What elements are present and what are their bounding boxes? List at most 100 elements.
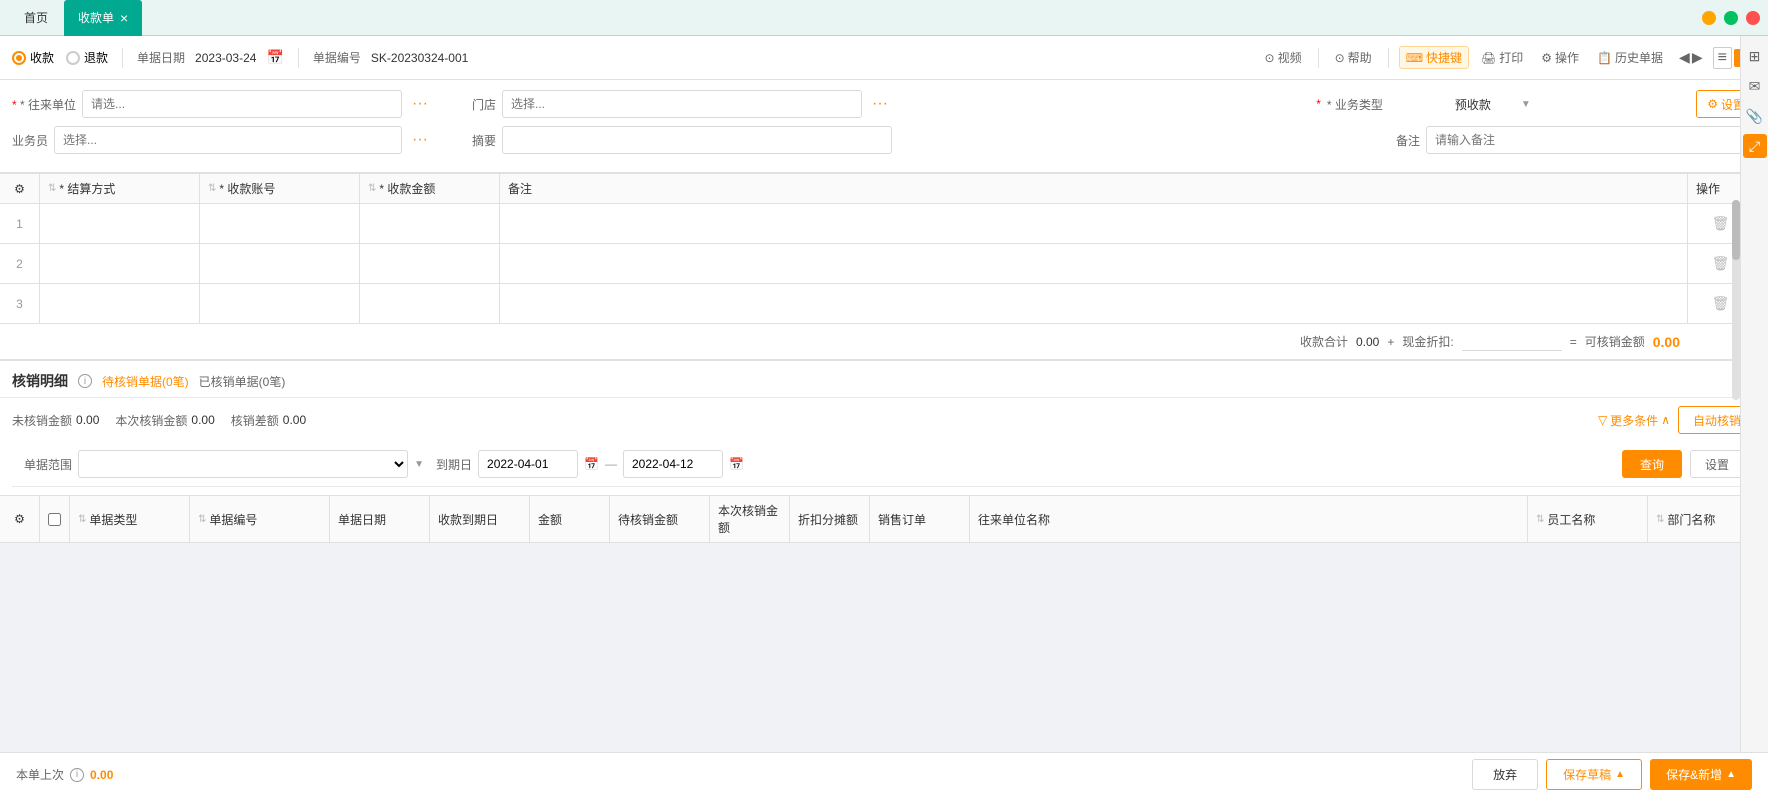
radio-receipt[interactable]: 收款 (12, 49, 54, 66)
history-btn[interactable]: 📋 历史单据 (1591, 47, 1669, 68)
settlement-cell-3[interactable] (40, 284, 200, 323)
nav-next-icon[interactable]: ▶ (1692, 49, 1703, 66)
auto-verify-label: 自动核销 (1693, 414, 1741, 428)
footer-left: 本单上次 i 0.00 (16, 766, 113, 783)
sidebar-expand-icon[interactable]: ⤢ (1743, 134, 1767, 158)
summary-input[interactable] (502, 126, 892, 154)
help-btn[interactable]: ⊙ 帮助 (1329, 47, 1378, 68)
sidebar-email-icon[interactable]: ✉ (1743, 74, 1767, 98)
tab-close-icon[interactable]: × (120, 10, 128, 26)
gear-icon: ⚙ (1707, 97, 1718, 111)
row-num-1: 1 (0, 204, 40, 243)
account-cell-1[interactable] (200, 204, 360, 243)
draft-label: 保存草稿 (1563, 766, 1611, 783)
query-btn[interactable]: 查询 (1622, 450, 1682, 478)
amount-cell-1[interactable] (360, 204, 500, 243)
radio-receipt-circle (12, 51, 26, 65)
radio-refund[interactable]: 退款 (66, 49, 108, 66)
business-type-dropdown-icon[interactable]: ▼ (1521, 99, 1531, 110)
draft-button[interactable]: 保存草稿 ▲ (1546, 759, 1642, 790)
abandon-button[interactable]: 放弃 (1472, 759, 1538, 790)
date-to-input[interactable] (623, 450, 723, 478)
date-from-input[interactable] (478, 450, 578, 478)
remark-cell-1[interactable] (500, 204, 1688, 243)
more-conditions-btn[interactable]: ▽ 更多条件 ∧ (1598, 412, 1670, 429)
row-num-3: 3 (0, 284, 40, 323)
form-area: * * 往来单位 ··· 门店 ··· * * 业务类型 预收款 ▼ ⚙ 设置 … (0, 80, 1768, 173)
info-icon[interactable]: i (78, 374, 92, 388)
filter-actions: 查询 设置 (1622, 450, 1744, 478)
select-all-checkbox[interactable] (48, 513, 61, 526)
verification-section-header: 核销明细 i 待核销单据(0笔) 已核销单据(0笔) (0, 361, 1768, 398)
calendar-from-icon[interactable]: 📅 (584, 457, 599, 471)
filter-range-dropdown-icon: ▼ (414, 459, 424, 470)
filter-row: 单据范围 ▼ 到期日 📅 — 📅 查询 设置 (12, 442, 1756, 487)
delete-icon-1[interactable]: 🗑 (1712, 215, 1730, 232)
filter-icon: ▽ (1598, 413, 1607, 427)
scroll-thumb[interactable] (1732, 200, 1740, 260)
amount-cell-3[interactable] (360, 284, 500, 323)
settlement-cell-2[interactable] (40, 244, 200, 283)
due-date-label: 到期日 (436, 456, 472, 473)
bottom-gear-header[interactable]: ⚙ (0, 496, 40, 542)
number-label: 单据编号 (313, 49, 361, 66)
close-button[interactable] (1746, 11, 1760, 25)
sidebar-table-icon[interactable]: ⊞ (1743, 44, 1767, 68)
pending-tab[interactable]: 待核销单据(0笔) (102, 373, 189, 390)
delete-icon-2[interactable]: 🗑 (1712, 255, 1730, 272)
video-icon: ⊙ (1265, 51, 1275, 65)
current-amount-label: 本次核销金额 (718, 502, 781, 536)
gear-header[interactable]: ⚙ (0, 174, 40, 203)
remark-cell-3[interactable] (500, 284, 1688, 323)
delete-icon-3[interactable]: 🗑 (1712, 295, 1730, 312)
form-row-1: * * 往来单位 ··· 门店 ··· * * 业务类型 预收款 ▼ ⚙ 设置 (12, 90, 1756, 118)
settings-gear-icon: ⚙ (14, 182, 25, 196)
calendar-icon[interactable]: 📅 (266, 49, 283, 66)
remark-cell-2[interactable] (500, 244, 1688, 283)
remark-input[interactable] (1426, 126, 1756, 154)
print-btn[interactable]: 🖨 打印 (1475, 47, 1529, 68)
bottom-table: ⚙ ⇅ 单据类型 ⇅ 单据编号 单据日期 收款到期日 金额 待核销金额 本次核销… (0, 495, 1768, 543)
checkbox-header[interactable] (40, 496, 70, 542)
salesperson-label: 业务员 (12, 132, 48, 149)
account-cell-3[interactable] (200, 284, 360, 323)
operation-btn[interactable]: ⚙ 操作 (1535, 47, 1585, 68)
settlement-cell-1[interactable] (40, 204, 200, 243)
doc-date-label: 单据日期 (338, 511, 386, 528)
help-label: 帮助 (1348, 49, 1372, 66)
store-input[interactable] (502, 90, 862, 118)
scrollbar[interactable] (1732, 200, 1740, 400)
bottom-settings-icon: ⚙ (14, 512, 25, 526)
discount-input[interactable] (1462, 332, 1562, 351)
salesperson-more-btn[interactable]: ··· (408, 131, 432, 149)
video-btn[interactable]: ⊙ 视频 (1259, 47, 1308, 68)
verify-right: ▽ 更多条件 ∧ 自动核销 (1598, 406, 1756, 434)
filter-setting-btn[interactable]: 设置 (1690, 450, 1744, 478)
verify-area: 未核销金额 0.00 本次核销金额 0.00 核销差额 0.00 ▽ 更多条件 … (0, 398, 1768, 495)
divider-1 (122, 48, 123, 68)
help-icon: ⊙ (1335, 51, 1345, 65)
salesperson-input[interactable] (54, 126, 402, 154)
nav-prev-icon[interactable]: ◀ (1679, 49, 1690, 66)
counterparty-more-btn[interactable]: ··· (408, 95, 432, 113)
current-label: 本次核销金额 (115, 412, 187, 429)
table-row: 2 🗑 ⧉ (0, 244, 1768, 284)
minimize-button[interactable] (1702, 11, 1716, 25)
maximize-button[interactable] (1724, 11, 1738, 25)
amount-header-b: 金额 (530, 496, 610, 542)
doc-num-label: 单据编号 (209, 511, 257, 528)
list-icon[interactable]: ≡ (1713, 47, 1732, 69)
tab-receipt[interactable]: 收款单 × (64, 0, 142, 36)
account-cell-2[interactable] (200, 244, 360, 283)
calendar-to-icon[interactable]: 📅 (729, 457, 744, 471)
amount-label: * 收款金额 (379, 180, 435, 197)
sidebar-attachment-icon[interactable]: 📎 (1743, 104, 1767, 128)
save-button[interactable]: 保存&新增 ▲ (1650, 759, 1752, 790)
counterparty-input[interactable] (82, 90, 402, 118)
store-more-btn[interactable]: ··· (868, 95, 892, 113)
tab-home[interactable]: 首页 (8, 0, 64, 36)
amount-cell-2[interactable] (360, 244, 500, 283)
shortcut-btn[interactable]: ⌨ 快捷键 (1399, 46, 1469, 69)
filter-range-select[interactable] (78, 450, 408, 478)
done-tab[interactable]: 已核销单据(0笔) (199, 373, 286, 390)
